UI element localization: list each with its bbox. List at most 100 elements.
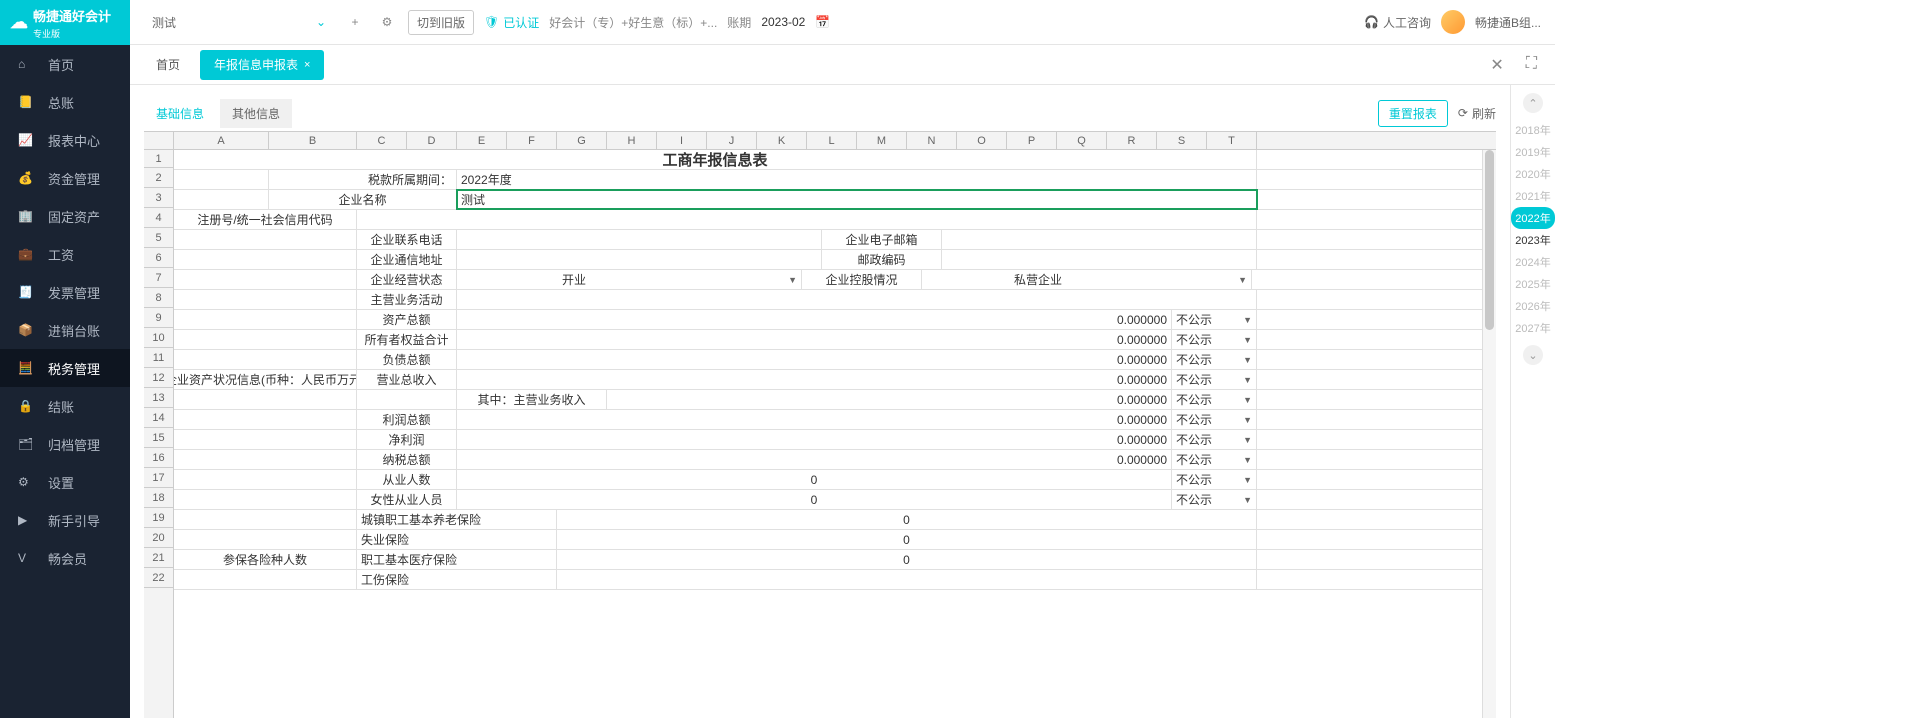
close-icon[interactable]: ×: [304, 59, 310, 71]
year-2020年[interactable]: 2020年: [1511, 163, 1554, 185]
subtab-0[interactable]: 基础信息: [144, 99, 216, 128]
cell[interactable]: [174, 470, 357, 489]
cell[interactable]: 0.000000: [457, 370, 1172, 389]
fullscreen-icon[interactable]: ⛶: [1520, 53, 1543, 77]
cell[interactable]: 0: [557, 530, 1257, 549]
cell[interactable]: [174, 270, 357, 289]
sidebar-item-12[interactable]: ▶新手引导: [0, 501, 130, 539]
cell[interactable]: [174, 290, 357, 309]
cell[interactable]: [174, 230, 357, 249]
cell[interactable]: 利润总额: [357, 410, 457, 429]
cell[interactable]: [174, 570, 357, 589]
cell[interactable]: [174, 350, 357, 369]
sidebar-item-5[interactable]: 💼工资: [0, 235, 130, 273]
refresh-button[interactable]: ⟳ 刷新: [1458, 105, 1496, 122]
year-2019年[interactable]: 2019年: [1511, 141, 1554, 163]
cell[interactable]: 职工基本医疗保险: [357, 550, 557, 569]
cell[interactable]: 0: [557, 510, 1257, 529]
cell[interactable]: 不公示▼: [1172, 430, 1257, 449]
year-2023年[interactable]: 2023年: [1511, 229, 1554, 251]
cell[interactable]: 工商年报信息表: [174, 150, 1257, 169]
cell[interactable]: 私营企业▼: [922, 270, 1252, 289]
subtab-1[interactable]: 其他信息: [220, 99, 292, 128]
cell[interactable]: 开业▼: [457, 270, 802, 289]
switch-old-button[interactable]: 切到旧版: [408, 10, 474, 35]
cell[interactable]: 企业控股情况: [802, 270, 922, 289]
cell[interactable]: 不公示▼: [1172, 490, 1257, 509]
cell[interactable]: [174, 510, 357, 529]
cell[interactable]: [174, 330, 357, 349]
cell[interactable]: 不公示▼: [1172, 310, 1257, 329]
cell[interactable]: 所有者权益合计: [357, 330, 457, 349]
cell[interactable]: 企业资产状况信息(币种：人民币万元): [174, 370, 357, 389]
cell[interactable]: [174, 190, 269, 209]
cell[interactable]: 城镇职工基本养老保险: [357, 510, 557, 529]
cell[interactable]: [942, 230, 1257, 249]
sidebar-item-1[interactable]: 📒总账: [0, 83, 130, 121]
period-value[interactable]: 2023-02: [761, 15, 805, 29]
year-2026年[interactable]: 2026年: [1511, 295, 1554, 317]
cell[interactable]: [174, 430, 357, 449]
cell[interactable]: 负债总额: [357, 350, 457, 369]
sidebar-item-7[interactable]: 📦进销台账: [0, 311, 130, 349]
cell[interactable]: 资产总额: [357, 310, 457, 329]
cell[interactable]: 企业经营状态: [357, 270, 457, 289]
username[interactable]: 畅捷通B组...: [1475, 14, 1541, 31]
year-2024年[interactable]: 2024年: [1511, 251, 1554, 273]
cell[interactable]: 参保各险种人数: [174, 550, 357, 569]
sidebar-item-0[interactable]: ⌂首页: [0, 45, 130, 83]
reset-report-button[interactable]: 重置报表: [1378, 100, 1448, 127]
cell[interactable]: 从业人数: [357, 470, 457, 489]
cell[interactable]: 工伤保险: [357, 570, 557, 589]
cell[interactable]: 0.000000: [457, 450, 1172, 469]
sidebar-item-9[interactable]: 🔒结账: [0, 387, 130, 425]
cell[interactable]: [457, 250, 822, 269]
cell[interactable]: 不公示▼: [1172, 410, 1257, 429]
spreadsheet-grid[interactable]: 工商年报信息表税款所属期间：2022年度企业名称测试注册号/统一社会信用代码企业…: [174, 150, 1496, 590]
cell[interactable]: 营业总收入: [357, 370, 457, 389]
cell[interactable]: 不公示▼: [1172, 350, 1257, 369]
cell[interactable]: 0.000000: [457, 330, 1172, 349]
cell[interactable]: 不公示▼: [1172, 450, 1257, 469]
sidebar-item-13[interactable]: V畅会员: [0, 539, 130, 577]
cell[interactable]: 不公示▼: [1172, 370, 1257, 389]
calendar-icon[interactable]: 📅: [815, 15, 830, 29]
cell[interactable]: 注册号/统一社会信用代码: [174, 210, 357, 229]
cell[interactable]: 企业电子邮箱: [822, 230, 942, 249]
year-2018年[interactable]: 2018年: [1511, 119, 1554, 141]
year-2022年[interactable]: 2022年: [1511, 207, 1554, 229]
cell[interactable]: 其中：主营业务收入: [457, 390, 607, 409]
company-select[interactable]: 测试 ⌄: [144, 8, 334, 36]
cell[interactable]: 女性从业人员: [357, 490, 457, 509]
cell[interactable]: 2022年度: [457, 170, 1257, 189]
cell[interactable]: 失业保险: [357, 530, 557, 549]
cell[interactable]: [457, 230, 822, 249]
year-2027年[interactable]: 2027年: [1511, 317, 1554, 339]
cell[interactable]: [174, 530, 357, 549]
year-up-icon[interactable]: ⌃: [1523, 93, 1543, 113]
cell[interactable]: [174, 310, 357, 329]
sidebar-item-2[interactable]: 📈报表中心: [0, 121, 130, 159]
cell[interactable]: 邮政编码: [822, 250, 942, 269]
avatar[interactable]: [1441, 10, 1465, 34]
cell[interactable]: 0.000000: [457, 350, 1172, 369]
cell[interactable]: 企业联系电话: [357, 230, 457, 249]
cell[interactable]: 主营业务活动: [357, 290, 457, 309]
cell[interactable]: 0.000000: [457, 410, 1172, 429]
gear-icon[interactable]: ⚙: [376, 11, 398, 33]
cell[interactable]: 0.000000: [607, 390, 1172, 409]
cell[interactable]: [174, 410, 357, 429]
year-down-icon[interactable]: ⌄: [1523, 345, 1543, 365]
cell[interactable]: 不公示▼: [1172, 330, 1257, 349]
company-name-cell[interactable]: 测试: [457, 190, 1257, 209]
sidebar-item-11[interactable]: ⚙设置: [0, 463, 130, 501]
close-all-icon[interactable]: ✕: [1484, 53, 1509, 77]
cell[interactable]: [457, 290, 1257, 309]
sidebar-item-4[interactable]: 🏢固定资产: [0, 197, 130, 235]
cell[interactable]: 净利润: [357, 430, 457, 449]
cell[interactable]: 税款所属期间：: [269, 170, 457, 189]
sidebar-item-10[interactable]: 🗂归档管理: [0, 425, 130, 463]
cell[interactable]: 0: [557, 550, 1257, 569]
cell[interactable]: 企业名称: [269, 190, 457, 209]
tab-1[interactable]: 年报信息申报表×: [200, 50, 324, 80]
